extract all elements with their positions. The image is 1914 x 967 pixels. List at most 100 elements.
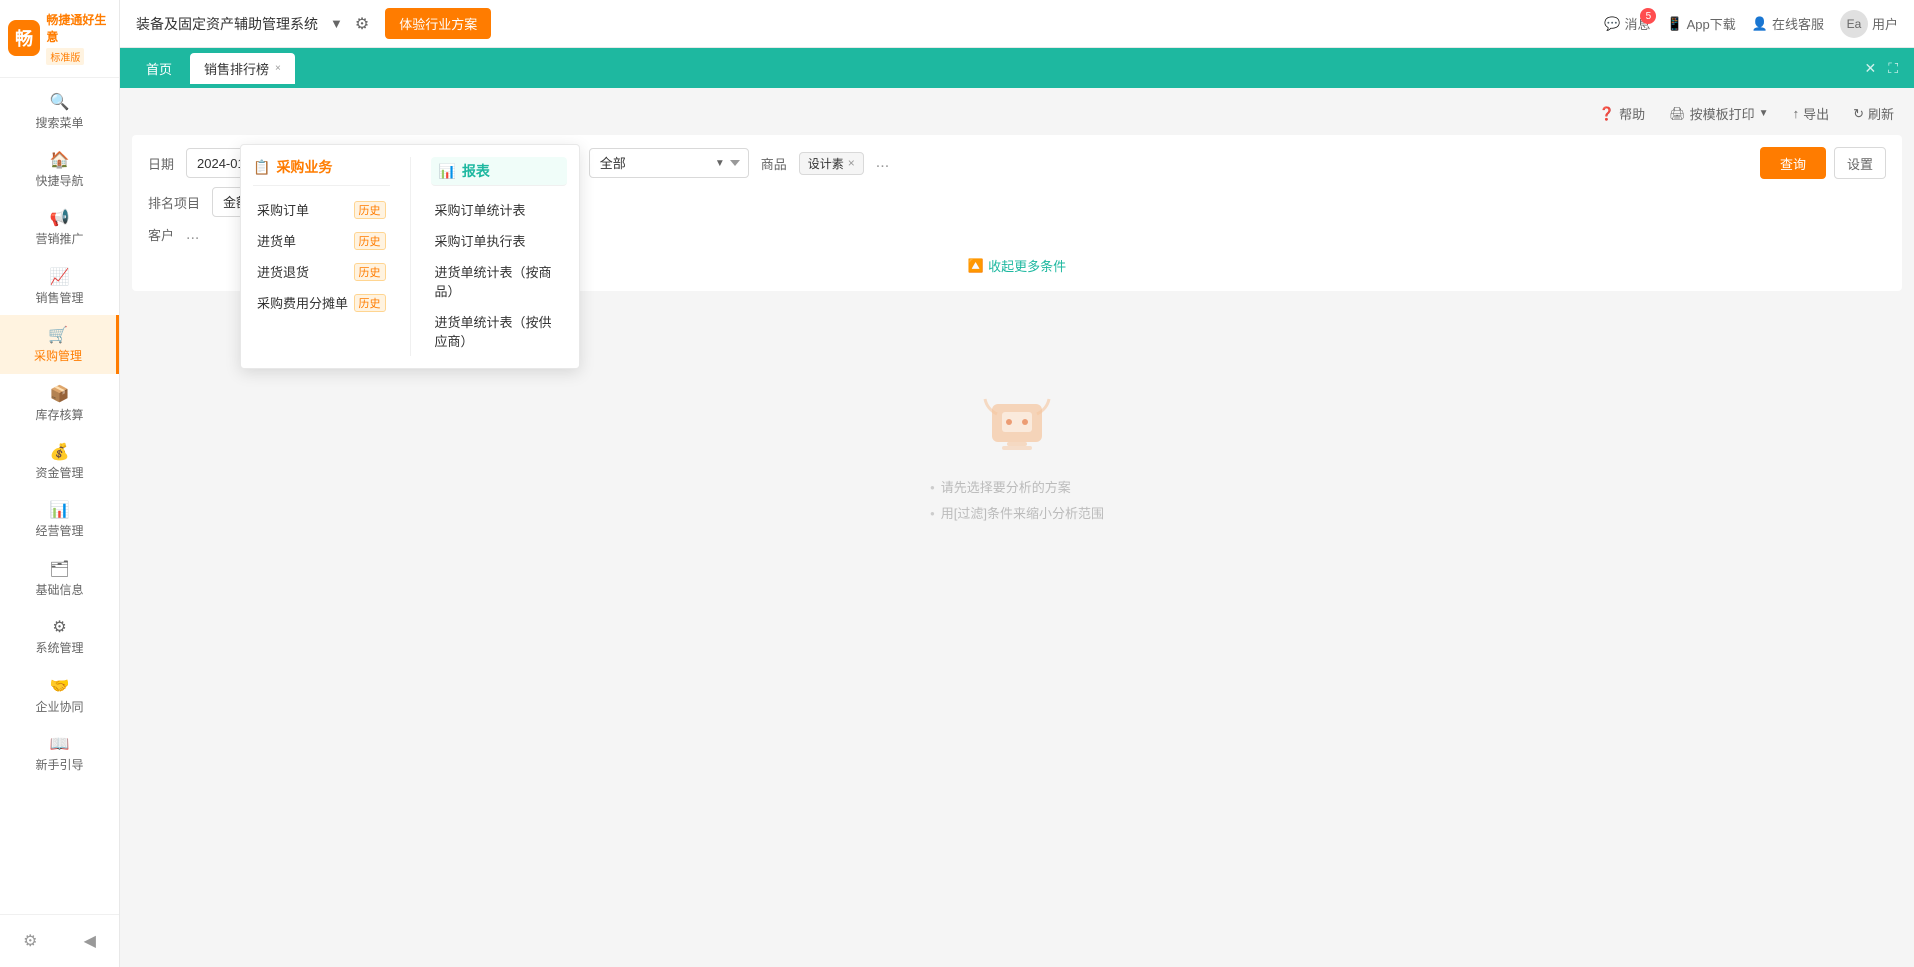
sidebar-logo: 畅 畅捷通好生意 标准版: [0, 0, 119, 78]
customer-ellipsis-btn[interactable]: ...: [186, 226, 199, 244]
system-dropdown[interactable]: ▼: [330, 16, 343, 31]
print-icon: 🖨: [1669, 106, 1686, 122]
enterprise-icon: 🤝: [50, 676, 70, 696]
export-btn[interactable]: ↑ 导出: [1785, 100, 1838, 127]
marketing-icon: 📢: [50, 208, 70, 228]
empty-hint-1: 请先选择要分析的方案: [930, 475, 1104, 501]
print-btn[interactable]: 🖨 按模板打印 ▼: [1661, 100, 1776, 127]
print-dropdown-icon: ▼: [1759, 108, 1769, 119]
finance-icon: 💰: [50, 442, 70, 462]
customer-label: 客户: [148, 225, 174, 244]
sidebar-item-guide[interactable]: 📖 新手引导: [0, 724, 119, 782]
header: 装备及固定资产辅助管理系统 ▼ ⚙ 体验行业方案 💬 消息 5 📱 App下载 …: [120, 0, 1914, 48]
purchase-order-history-badge: 历史: [354, 201, 386, 219]
sidebar-item-operations[interactable]: 📊 经营管理: [0, 490, 119, 548]
service-icon: 👤: [1752, 16, 1768, 32]
sidebar-item-finance[interactable]: 💰 资金管理: [0, 432, 119, 490]
goods-label: 商品: [761, 154, 787, 173]
header-settings-icon[interactable]: ⚙: [355, 14, 369, 34]
purchase-order-exec-item[interactable]: 采购订单执行表: [431, 225, 568, 256]
collapse-btn[interactable]: 🔼 收起更多条件: [968, 256, 1066, 275]
empty-illustration: [967, 379, 1067, 459]
purchase-expense-item[interactable]: 采购费用分摊单 历史: [253, 287, 390, 318]
collapse-icon: 🔼: [968, 258, 984, 274]
report-col: 📊 报表 采购订单统计表 采购订单执行表 进货单统计表（按商品） 进货单统计表（…: [431, 157, 568, 356]
return-goods-history-badge: 历史: [354, 263, 386, 281]
sidebar-item-system[interactable]: ⚙ 系统管理: [0, 607, 119, 665]
purchase-col: 📋 采购业务 采购订单 历史 进货单 历史 进货退货 历史: [253, 157, 390, 356]
tab-sales-ranking[interactable]: 销售排行榜 ×: [190, 53, 295, 84]
empty-text-list: 请先选择要分析的方案 用[过滤]条件来缩小分析范围: [930, 475, 1104, 527]
rank-label: 排名项目: [148, 193, 200, 212]
purchase-dropdown-menu: 📋 采购业务 采购订单 历史 进货单 历史 进货退货 历史: [240, 144, 580, 369]
incoming-order-history-badge: 历史: [354, 232, 386, 250]
tab-close-window-icon[interactable]: ✕: [1860, 56, 1880, 81]
content-area: ❓ 帮助 🖨 按模板打印 ▼ ↑ 导出 ↻ 刷新: [120, 88, 1914, 967]
filter-actions-right: 查询 设置: [1760, 147, 1886, 179]
message-btn[interactable]: 💬 消息 5: [1604, 14, 1650, 33]
message-icon: 💬: [1604, 16, 1620, 32]
dropdown-divider: [410, 157, 411, 356]
system-icon: ⚙: [52, 617, 66, 637]
empty-hint-2: 用[过滤]条件来缩小分析范围: [930, 501, 1104, 527]
sidebar-item-purchase[interactable]: 🛒 采购管理: [0, 315, 119, 373]
basic-info-icon: 🗂: [49, 559, 69, 579]
online-service-btn[interactable]: 👤 在线客服: [1752, 14, 1824, 33]
guide-icon: 📖: [50, 734, 70, 754]
report-col-header: 📊 报表: [431, 157, 568, 186]
inventory-icon: 📦: [50, 384, 70, 404]
main-area: 装备及固定资产辅助管理系统 ▼ ⚙ 体验行业方案 💬 消息 5 📱 App下载 …: [120, 0, 1914, 967]
operations-icon: 📊: [50, 500, 70, 520]
sidebar-bottom: ⚙ ◀: [0, 914, 119, 967]
sidebar-nav: 🔍 搜索菜单 🏠 快捷导航 📢 营销推广 📈 销售管理 🛒 采购管理 📦: [0, 78, 119, 914]
tab-maximize-icon[interactable]: ⛶: [1884, 56, 1902, 81]
purchase-icon: 🛒: [48, 325, 68, 345]
doc-status-group: 全部 已审核 未审核 作废 ▼: [589, 148, 749, 178]
doc-status-select[interactable]: 全部 已审核 未审核 作废: [589, 148, 749, 178]
goods-tag-remove-btn[interactable]: ×: [848, 156, 855, 170]
sidebar-item-quick-nav[interactable]: 🏠 快捷导航: [0, 140, 119, 198]
sales-icon: 📈: [50, 267, 70, 287]
return-goods-item[interactable]: 进货退货 历史: [253, 256, 390, 287]
search-btn[interactable]: 查询: [1760, 147, 1826, 179]
purchase-order-item[interactable]: 采购订单 历史: [253, 194, 390, 225]
refresh-btn[interactable]: ↻ 刷新: [1845, 100, 1902, 127]
app-download-btn[interactable]: 📱 App下载: [1666, 14, 1735, 33]
filter-settings-btn[interactable]: 设置: [1834, 147, 1886, 179]
sidebar-item-enterprise[interactable]: 🤝 企业协同: [0, 666, 119, 724]
purchase-col-header: 📋 采购业务: [253, 157, 390, 186]
goods-tag: 设计素 ×: [799, 152, 864, 175]
incoming-stats-goods-item[interactable]: 进货单统计表（按商品）: [431, 256, 568, 306]
sidebar-item-marketing[interactable]: 📢 营销推广: [0, 198, 119, 256]
goods-ellipsis-btn[interactable]: ...: [876, 154, 889, 172]
system-title: 装备及固定资产辅助管理系统: [136, 14, 318, 34]
sidebar: 畅 畅捷通好生意 标准版 🔍 搜索菜单 🏠 快捷导航 📢 营销推广 📈: [0, 0, 120, 967]
logo-icon: 畅: [8, 20, 40, 56]
industry-btn[interactable]: 体验行业方案: [385, 8, 491, 39]
incoming-stats-supplier-item[interactable]: 进货单统计表（按供应商）: [431, 306, 568, 356]
incoming-order-item[interactable]: 进货单 历史: [253, 225, 390, 256]
filter-toolbar: ❓ 帮助 🖨 按模板打印 ▼ ↑ 导出 ↻ 刷新: [132, 100, 1902, 127]
purchase-order-stats-item[interactable]: 采购订单统计表: [431, 194, 568, 225]
tab-home[interactable]: 首页: [132, 53, 186, 84]
search-icon: 🔍: [50, 92, 70, 112]
sidebar-settings-btn[interactable]: ⚙: [19, 927, 41, 955]
dropdown-arrow-icon: ▼: [330, 16, 343, 31]
home-icon: 🏠: [50, 150, 70, 170]
mobile-icon: 📱: [1666, 16, 1682, 32]
sidebar-item-basic-info[interactable]: 🗂 基础信息: [0, 549, 119, 607]
user-avatar: Ea: [1840, 10, 1868, 38]
logo-text: 畅捷通好生意 标准版: [46, 12, 111, 65]
tab-close-btn[interactable]: ×: [275, 63, 281, 74]
user-menu-btn[interactable]: Ea 用户: [1840, 10, 1898, 38]
refresh-icon: ↻: [1853, 106, 1864, 122]
help-btn[interactable]: ❓ 帮助: [1591, 100, 1653, 127]
sidebar-item-sales[interactable]: 📈 销售管理: [0, 257, 119, 315]
notification-badge: 5: [1640, 8, 1656, 24]
date-label: 日期: [148, 154, 174, 173]
tabs-bar: 首页 销售排行榜 × ✕ ⛶: [120, 48, 1914, 88]
purchase-col-icon: 📋: [253, 159, 270, 176]
sidebar-item-search[interactable]: 🔍 搜索菜单: [0, 82, 119, 140]
sidebar-item-inventory[interactable]: 📦 库存核算: [0, 374, 119, 432]
sidebar-collapse-btn[interactable]: ◀: [80, 927, 100, 955]
